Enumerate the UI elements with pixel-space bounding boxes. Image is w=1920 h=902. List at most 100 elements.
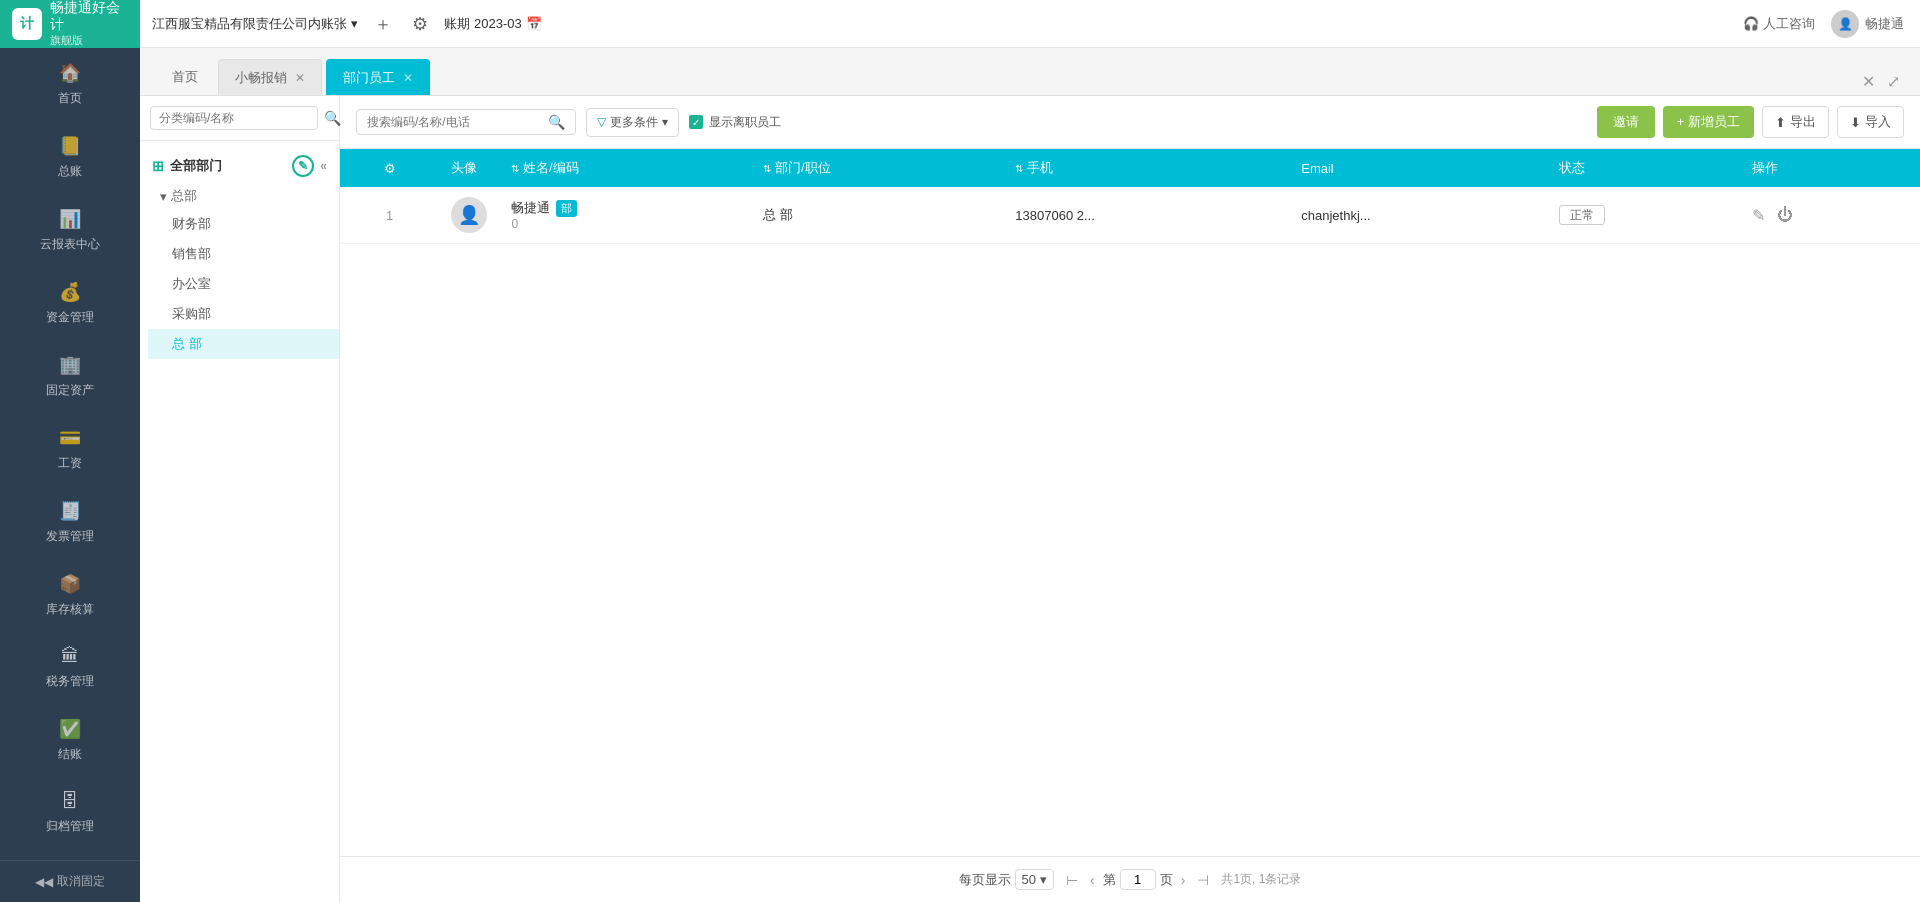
dept-item-purchase[interactable]: 采购部 (148, 299, 339, 329)
sidebar-item-funds[interactable]: 💰 资金管理 (0, 267, 140, 340)
dept-group-name: 总部 (171, 187, 197, 205)
tab-expense[interactable]: 小畅报销✕ (218, 59, 322, 95)
dept-item-office[interactable]: 办公室 (148, 269, 339, 299)
sidebar-item-archive[interactable]: 🗄 归档管理 (0, 777, 140, 849)
add-employee-button[interactable]: + 新增员工 (1663, 106, 1754, 138)
sidebar-label-archive: 归档管理 (46, 818, 94, 835)
col-email: Email (1289, 149, 1547, 187)
col-phone[interactable]: ⇅ 手机 (1003, 149, 1289, 187)
home-icon: 🏠 (59, 62, 81, 84)
add-account-button[interactable]: ＋ (370, 8, 396, 40)
calendar-icon[interactable]: 📅 (526, 16, 542, 31)
service-button[interactable]: 🎧 人工咨询 (1743, 15, 1815, 33)
action-icons: ✎ ⏻ (1752, 206, 1908, 225)
per-page-value: 50 (1022, 872, 1036, 887)
dept-group-label-total[interactable]: ▾ 总部 (148, 183, 339, 209)
right-panel: 🔍 ▽ 更多条件 ▾ ✓ 显示离职员工 邀请 + 新增员工 (340, 96, 1920, 902)
col-settings[interactable]: ⚙ (340, 149, 439, 187)
row-dept: 总 部 (751, 187, 1003, 244)
user-menu[interactable]: 👤 畅捷通 (1831, 10, 1904, 38)
first-page-button[interactable]: ⊢ (1062, 870, 1082, 890)
assets-icon: 🏢 (59, 354, 81, 376)
dept-item-finance[interactable]: 财务部 (148, 209, 339, 239)
content-area: 首页 小畅报销✕部门员工✕ ✕ ⤢ 🔍 ⊞ 全部部门 ✎ « (140, 48, 1920, 902)
employee-search-box[interactable]: 🔍 (356, 109, 576, 135)
sidebar-item-assets[interactable]: 🏢 固定资产 (0, 340, 140, 413)
row-email: chanjethkj... (1289, 187, 1547, 244)
current-page-input[interactable] (1120, 869, 1156, 890)
export-button[interactable]: ⬆ 导出 (1762, 106, 1829, 138)
dept-search-icon[interactable]: 🔍 (324, 110, 341, 126)
prev-page-button[interactable]: ‹ (1086, 870, 1099, 890)
collapse-icon[interactable]: « (320, 159, 327, 173)
next-page-button[interactable]: › (1177, 870, 1190, 890)
sidebar-label-tax: 税务管理 (46, 673, 94, 690)
logo-text-block: 畅捷通好会计 旗舰版 (50, 0, 128, 48)
tab-close-dept_employee[interactable]: ✕ (403, 71, 413, 85)
inventory-icon: 📦 (59, 573, 81, 595)
edit-button[interactable]: ✎ (1752, 206, 1765, 225)
search-icon[interactable]: 🔍 (548, 114, 565, 130)
period-label: 账期 (444, 15, 470, 33)
maximize-window-button[interactable]: ⤢ (1883, 68, 1904, 95)
tab-content: 🔍 ⊞ 全部部门 ✎ « ▾ 总部 财务部 (140, 96, 1920, 902)
employee-table: ⚙ 头像 ⇅ 姓名/编码 ⇅ 部门/职位 ⇅ 手机 (340, 149, 1920, 244)
invite-button[interactable]: 邀请 (1597, 106, 1655, 138)
logout-button[interactable]: ⏻ (1777, 206, 1793, 224)
sidebar-item-invoice[interactable]: 🧾 发票管理 (0, 486, 140, 559)
row-phone: 13807060 2... (1003, 187, 1289, 244)
sidebar-item-checkout[interactable]: ✅ 结账 (0, 704, 140, 777)
last-page-button[interactable]: ⊣ (1193, 870, 1213, 890)
sidebar-item-tax[interactable]: 🏛 税务管理 (0, 632, 140, 704)
sidebar-item-reports[interactable]: 📊 云报表中心 (0, 194, 140, 267)
tab-home[interactable]: 首页 (156, 59, 214, 95)
show-resign-checkbox[interactable]: ✓ (689, 115, 703, 129)
per-page-dropdown[interactable]: 50 ▾ (1015, 869, 1054, 890)
tab-close-expense[interactable]: ✕ (295, 71, 305, 85)
employee-name: 畅捷通 部 (511, 199, 739, 217)
headset-icon: 🎧 (1743, 16, 1759, 31)
tax-icon: 🏛 (61, 646, 79, 667)
row-name-cell: 畅捷通 部 0 (499, 187, 751, 244)
sidebar-item-ledger[interactable]: 📒 总账 (0, 121, 140, 194)
col-avatar: 头像 (439, 149, 499, 187)
all-dept-item[interactable]: ⊞ 全部部门 ✎ « (140, 149, 339, 183)
filter-chevron-icon: ▾ (662, 115, 668, 129)
show-resign-toggle[interactable]: ✓ 显示离职员工 (689, 114, 781, 131)
settings-icon: ⚙ (384, 161, 396, 176)
close-window-button[interactable]: ✕ (1858, 68, 1879, 95)
employee-search-input[interactable] (367, 115, 542, 129)
filter-button[interactable]: ▽ 更多条件 ▾ (586, 108, 679, 137)
company-name: 江西服宝精品有限责任公司内账张 (152, 15, 347, 33)
sidebar-item-home[interactable]: 🏠 首页 (0, 48, 140, 121)
settings-button[interactable]: ⚙ (408, 9, 432, 39)
sidebar-item-salary[interactable]: 💳 工资 (0, 413, 140, 486)
sort-dept-icon: ⇅ (763, 163, 771, 174)
dept-search-input[interactable] (150, 106, 318, 130)
row-avatar-cell: 👤 (439, 187, 499, 244)
service-label: 人工咨询 (1763, 15, 1815, 33)
import-button[interactable]: ⬇ 导入 (1837, 106, 1904, 138)
tab-dept_employee[interactable]: 部门员工✕ (326, 59, 430, 95)
sidebar-item-expense[interactable]: 📋 小畅报销 (0, 849, 140, 860)
cancel-pin-button[interactable]: ◀◀ 取消固定 (0, 860, 140, 902)
col-name[interactable]: ⇅ 姓名/编码 (499, 149, 751, 187)
sidebar-item-inventory[interactable]: 📦 库存核算 (0, 559, 140, 632)
invoice-icon: 🧾 (59, 500, 81, 522)
chevron-down-icon: ▾ (160, 189, 167, 204)
dept-item-general[interactable]: 总 部 (148, 329, 339, 359)
col-action: 操作 (1740, 149, 1920, 187)
import-label: 导入 (1865, 113, 1891, 131)
cancel-pin-label: 取消固定 (57, 873, 105, 890)
sort-phone-icon: ⇅ (1015, 163, 1023, 174)
tab-label-home: 首页 (172, 68, 198, 86)
col-status: 状态 (1547, 149, 1740, 187)
dept-item-sales[interactable]: 销售部 (148, 239, 339, 269)
dept-edit-button[interactable]: ✎ (292, 155, 314, 177)
checkout-icon: ✅ (59, 718, 81, 740)
company-selector[interactable]: 江西服宝精品有限责任公司内账张 ▾ (152, 15, 358, 33)
filter-icon: ▽ (597, 115, 606, 129)
row-status: 正常 (1547, 187, 1740, 244)
col-dept[interactable]: ⇅ 部门/职位 (751, 149, 1003, 187)
app-name: 畅捷通好会计 (50, 0, 128, 33)
